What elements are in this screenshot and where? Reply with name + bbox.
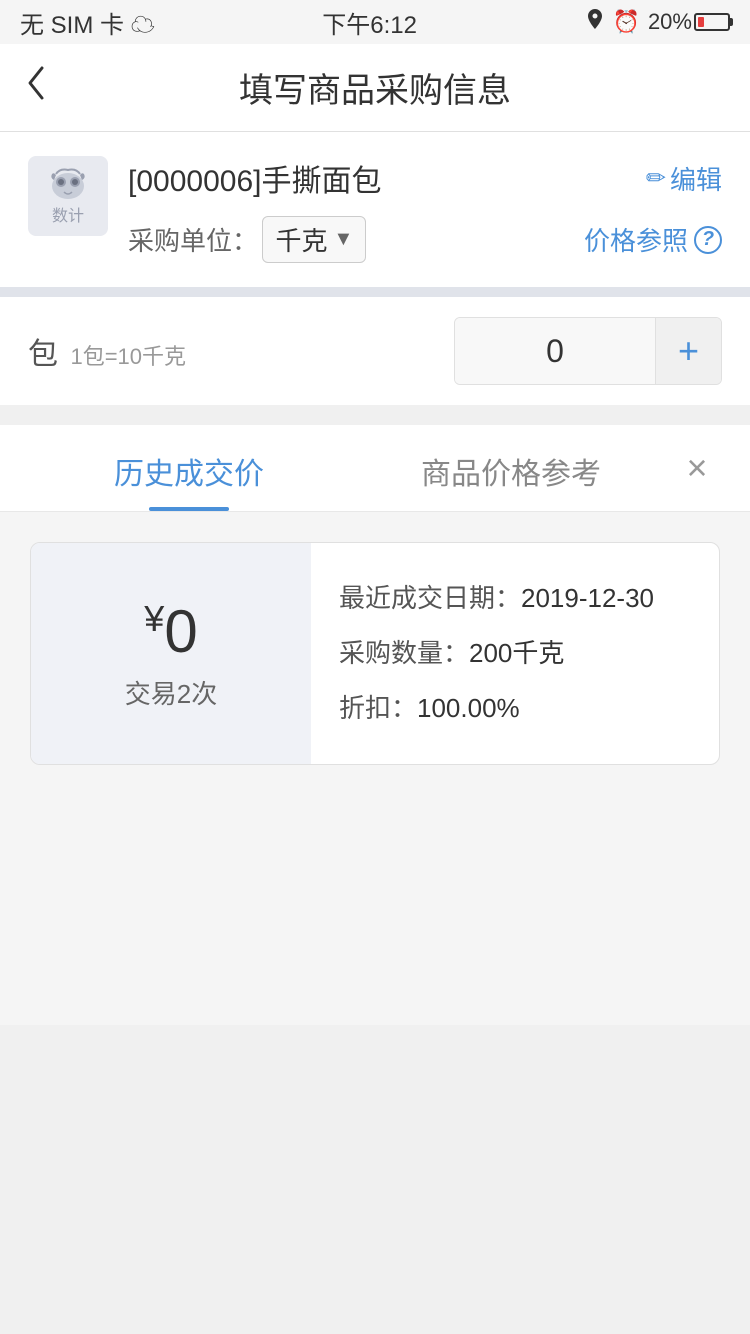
product-name-row: [0000006]手撕面包 ✏ 编辑 [128,156,722,200]
tab-product-price-ref[interactable]: 商品价格参考 [350,425,672,511]
history-price-card: ¥0 交易2次 最近成交日期：2019-12-30 采购数量：200千克 折扣：… [30,542,720,765]
wifi-icon: ☁ [131,12,155,39]
unit-label: 采购单位： [128,226,258,256]
transaction-count: 交易2次 [125,674,217,711]
battery-indicator: 20% [648,9,730,35]
battery-fill [698,17,704,27]
location-icon [585,8,605,36]
price-reference-button[interactable]: 价格参照 ? [584,221,722,258]
date-label: 最近成交日期： [339,583,521,613]
quantity-label-group: 包 1包=10千克 [28,329,186,373]
content-area: 历史成交价 商品价格参考 × ¥0 交易2次 最近成交日期：2019-12-30… [0,425,750,1025]
edit-icon: ✏ [646,164,666,193]
product-unit-row: 采购单位： 千克 ▼ 价格参照 ? [128,216,722,263]
quantity-unit-label: 包 [28,338,58,371]
date-value: 2019-12-30 [521,583,654,613]
quantity-label: 采购数量： [339,638,469,668]
edit-button[interactable]: ✏ 编辑 [646,160,722,197]
quantity-control: + [454,317,722,385]
battery-percent: 20% [648,9,692,35]
tabs-bar: 历史成交价 商品价格参考 × [0,425,750,512]
quantity-row: 包 1包=10千克 + [0,297,750,405]
edit-label: 编辑 [670,160,722,197]
discount-label: 折扣： [339,693,417,723]
history-price-left: ¥0 交易2次 [31,543,311,764]
dropdown-arrow-icon: ▼ [333,228,353,251]
history-price-right: 最近成交日期：2019-12-30 采购数量：200千克 折扣：100.00% [311,543,719,764]
battery-icon [694,13,730,31]
product-full-name: [0000006]手撕面包 [128,156,381,200]
product-logo-icon [48,166,88,200]
currency-symbol: ¥ [144,598,164,639]
price-ref-label: 价格参照 [584,221,688,258]
alarm-icon: ⏰ [613,9,640,35]
status-time: 下午6:12 [322,5,417,40]
section-divider [0,287,750,297]
product-card: 数计 [0000006]手撕面包 ✏ 编辑 采购单位： 千克 ▼ [0,132,750,287]
back-button[interactable] [24,64,48,111]
history-price-value: ¥0 [144,597,197,666]
quantity-input[interactable] [455,318,655,384]
status-right-group: ⏰ 20% [585,8,730,36]
nav-bar: 填写商品采购信息 [0,44,750,132]
quantity-plus-button[interactable]: + [655,318,721,384]
quantity-detail-value: 200千克 [469,638,564,668]
status-carrier: 无 SIM 卡 ☁ [20,5,155,40]
history-detail-date: 最近成交日期：2019-12-30 [339,579,691,618]
history-detail-quantity: 采购数量：200千克 [339,634,691,673]
price-ref-info-icon: ? [694,226,722,254]
unit-select-dropdown[interactable]: 千克 ▼ [262,216,366,263]
close-panel-button[interactable]: × [672,443,722,493]
product-header: 数计 [0000006]手撕面包 ✏ 编辑 采购单位： 千克 ▼ [28,156,722,263]
tab-history-price[interactable]: 历史成交价 [28,425,350,511]
page-title: 填写商品采购信息 [239,63,511,112]
unit-value: 千克 [275,221,327,258]
product-thumbnail: 数计 [28,156,108,236]
status-bar: 无 SIM 卡 ☁ 下午6:12 ⏰ 20% [0,0,750,44]
product-logo-text: 数计 [52,202,84,226]
product-info: [0000006]手撕面包 ✏ 编辑 采购单位： 千克 ▼ 价格参照 ? [128,156,722,263]
unit-selector-group: 采购单位： 千克 ▼ [128,216,366,263]
discount-value: 100.00% [417,693,520,723]
quantity-unit-note: 1包=10千克 [70,344,186,369]
history-detail-discount: 折扣：100.00% [339,689,691,728]
